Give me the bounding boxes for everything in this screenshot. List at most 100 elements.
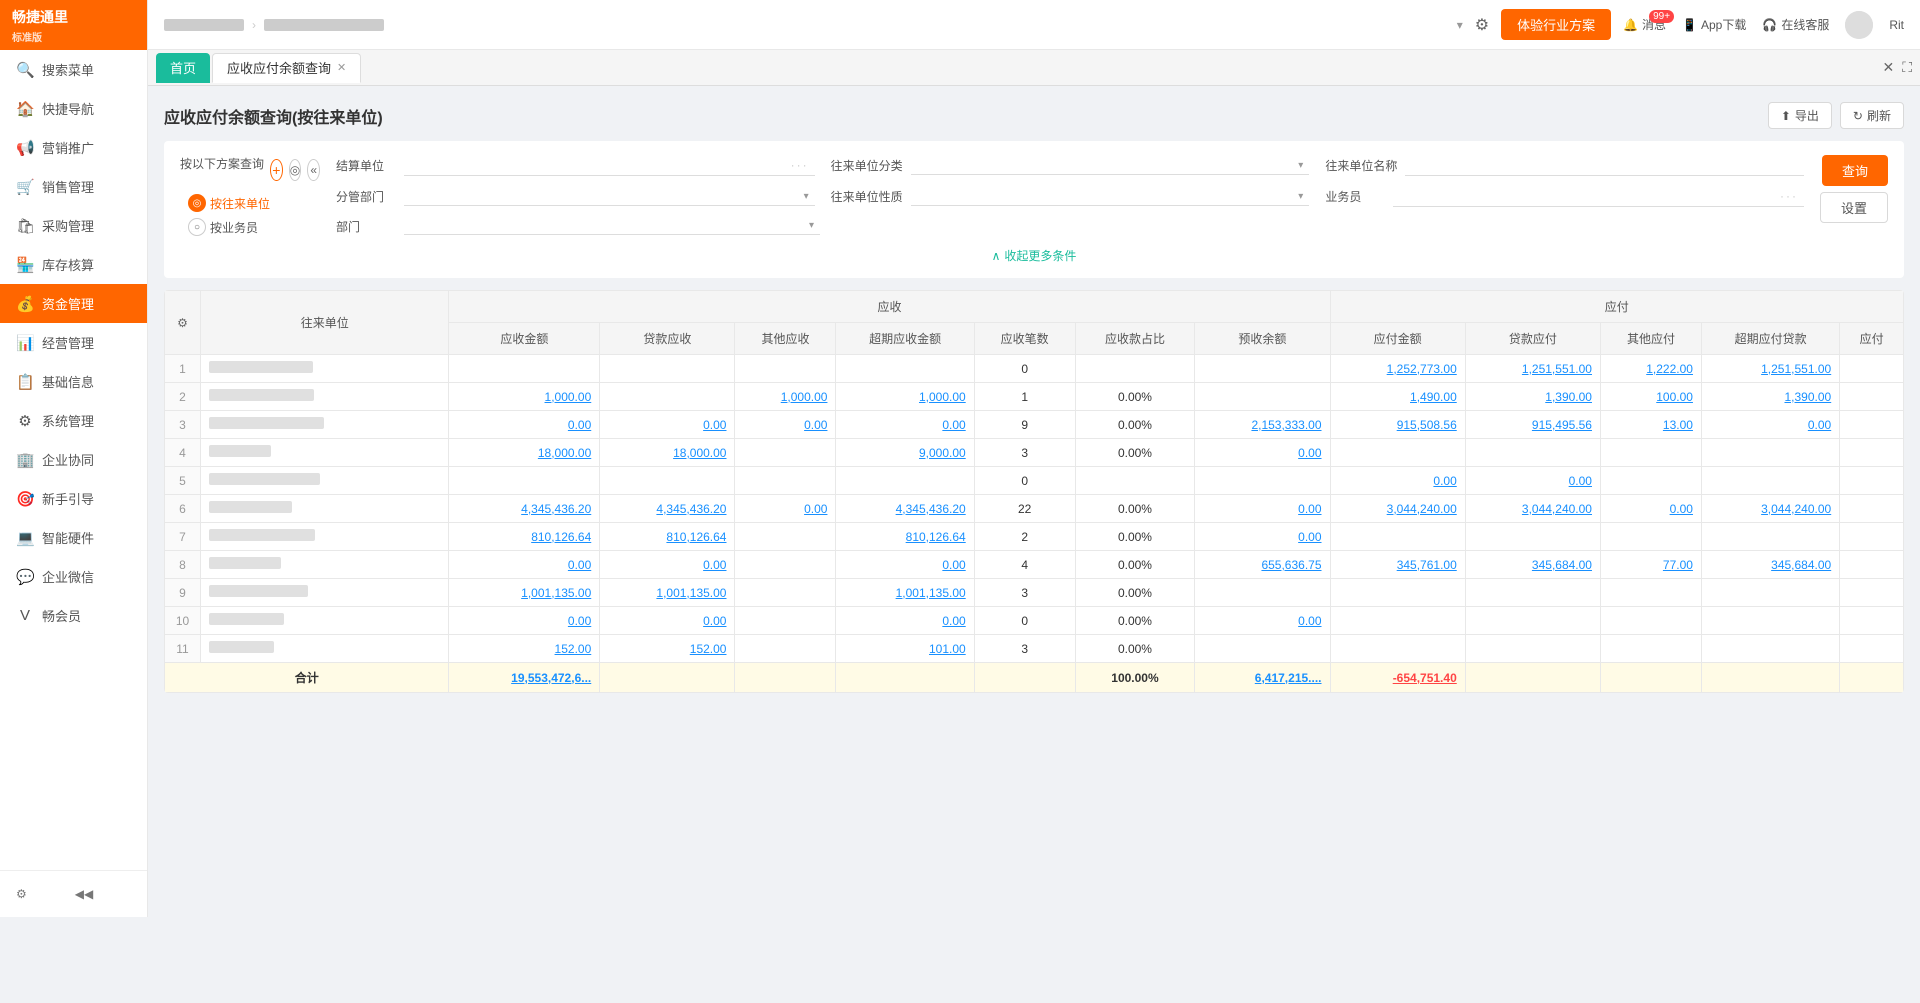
table-cell[interactable]: 1,222.00 xyxy=(1600,355,1701,383)
table-cell[interactable]: 152.00 xyxy=(600,635,735,663)
supervise-dept-select[interactable]: ▾ xyxy=(404,188,815,206)
sidebar-item-base[interactable]: 📋 基础信息 xyxy=(0,362,147,401)
partner-category-select[interactable]: ▾ xyxy=(911,157,1310,175)
sidebar-bottom-settings[interactable]: ⚙ ◀◀ xyxy=(0,879,147,909)
tab-expand-icon[interactable]: ⛶ xyxy=(1902,59,1912,76)
table-cell[interactable]: 1,001,135.00 xyxy=(600,579,735,607)
table-cell[interactable]: 1,000.00 xyxy=(735,383,836,411)
settlement-unit-input[interactable]: ··· xyxy=(404,155,815,176)
table-cell[interactable]: 100.00 xyxy=(1600,383,1701,411)
table-cell[interactable]: 0.00 xyxy=(1465,467,1600,495)
table-cell[interactable]: 0.00 xyxy=(735,411,836,439)
total-ar-amount[interactable]: 19,553,472,6... xyxy=(449,663,600,693)
sidebar-item-quicknav[interactable]: 🏠 快捷导航 xyxy=(0,89,147,128)
table-cell[interactable]: 0.00 xyxy=(836,551,974,579)
table-cell[interactable]: 0.00 xyxy=(1701,411,1839,439)
table-cell[interactable]: 1,390.00 xyxy=(1701,383,1839,411)
table-cell[interactable]: 0.00 xyxy=(1195,495,1330,523)
topbar-gear-icon[interactable]: ⚙ xyxy=(1475,15,1489,35)
refresh-button[interactable]: ↻ 刷新 xyxy=(1840,102,1904,129)
department-select[interactable]: ▾ xyxy=(404,217,820,235)
tab-home[interactable]: 首页 xyxy=(156,53,210,83)
tab-close-icon[interactable]: ✕ xyxy=(337,61,346,74)
dropdown-arrow-icon[interactable]: ▾ xyxy=(1457,18,1463,32)
table-cell[interactable]: 0.00 xyxy=(1195,523,1330,551)
topbar-online-service[interactable]: 🎧 在线客服 xyxy=(1762,16,1829,33)
table-cell[interactable]: 0.00 xyxy=(1330,467,1465,495)
sidebar-item-finance[interactable]: 💰 资金管理 xyxy=(0,284,147,323)
table-cell[interactable]: 1,000.00 xyxy=(449,383,600,411)
table-cell[interactable]: 0.00 xyxy=(836,411,974,439)
table-cell[interactable]: 1,252,773.00 xyxy=(1330,355,1465,383)
salesperson-select[interactable]: ··· xyxy=(1393,186,1804,207)
table-cell[interactable]: 3,044,240.00 xyxy=(1330,495,1465,523)
table-cell[interactable]: 0.00 xyxy=(449,551,600,579)
table-cell[interactable]: 1,001,135.00 xyxy=(449,579,600,607)
table-cell[interactable]: 3,044,240.00 xyxy=(1701,495,1839,523)
table-cell[interactable]: 0.00 xyxy=(1600,495,1701,523)
table-cell[interactable]: 2,153,333.00 xyxy=(1195,411,1330,439)
table-cell[interactable]: 0.00 xyxy=(600,411,735,439)
topbar-messages[interactable]: 🔔 消息 99+ xyxy=(1623,16,1666,33)
collapse-more-button[interactable]: ∧ 收起更多条件 xyxy=(180,247,1888,264)
table-cell[interactable]: 18,000.00 xyxy=(600,439,735,467)
table-cell[interactable]: 9,000.00 xyxy=(836,439,974,467)
table-cell[interactable]: 915,495.56 xyxy=(1465,411,1600,439)
partner-nature-select[interactable]: ▾ xyxy=(911,188,1310,206)
table-cell[interactable]: 0.00 xyxy=(735,495,836,523)
filter-scheme-by-partner[interactable]: ◎ 按往来单位 xyxy=(188,194,320,212)
filter-collapse-button[interactable]: « xyxy=(307,159,320,181)
salesperson-dots-icon[interactable]: ··· xyxy=(1780,189,1798,203)
table-cell[interactable]: 0.00 xyxy=(836,607,974,635)
query-button[interactable]: 查询 xyxy=(1822,155,1888,186)
settlement-unit-dots-icon[interactable]: ··· xyxy=(791,158,809,172)
table-cell[interactable]: 810,126.64 xyxy=(449,523,600,551)
sidebar-item-wechat[interactable]: 💬 企业微信 xyxy=(0,557,147,596)
table-settings-icon[interactable]: ⚙ xyxy=(177,316,188,330)
table-cell[interactable]: 0.00 xyxy=(600,607,735,635)
sidebar-item-hardware[interactable]: 💻 智能硬件 xyxy=(0,518,147,557)
table-cell[interactable]: 345,761.00 xyxy=(1330,551,1465,579)
sidebar-item-search[interactable]: 🔍 搜索菜单 xyxy=(0,50,147,89)
sidebar-item-inventory[interactable]: 🏪 库存核算 xyxy=(0,245,147,284)
sidebar-item-marketing[interactable]: 📢 营销推广 xyxy=(0,128,147,167)
table-cell[interactable]: 13.00 xyxy=(1600,411,1701,439)
setting-button[interactable]: 设置 xyxy=(1820,192,1888,223)
table-cell[interactable]: 655,636.75 xyxy=(1195,551,1330,579)
table-cell[interactable]: 0.00 xyxy=(1195,439,1330,467)
table-cell[interactable]: 810,126.64 xyxy=(836,523,974,551)
table-cell[interactable]: 1,251,551.00 xyxy=(1701,355,1839,383)
filter-add-button[interactable]: + xyxy=(270,159,283,181)
table-cell[interactable]: 18,000.00 xyxy=(449,439,600,467)
table-cell[interactable]: 0.00 xyxy=(600,551,735,579)
table-cell[interactable]: 810,126.64 xyxy=(600,523,735,551)
table-cell[interactable]: 152.00 xyxy=(449,635,600,663)
sidebar-item-member[interactable]: V 畅会员 xyxy=(0,596,147,635)
sidebar-item-operation[interactable]: 📊 经营管理 xyxy=(0,323,147,362)
sidebar-item-purchase[interactable]: 🛍 采购管理 xyxy=(0,206,147,245)
partner-name-input[interactable] xyxy=(1405,155,1804,176)
table-cell[interactable]: 0.00 xyxy=(1195,607,1330,635)
total-ap-amount[interactable]: -654,751.40 xyxy=(1330,663,1465,693)
sidebar-item-system[interactable]: ⚙ 系统管理 xyxy=(0,401,147,440)
table-cell[interactable]: 4,345,436.20 xyxy=(449,495,600,523)
sidebar-item-guide[interactable]: 🎯 新手引导 xyxy=(0,479,147,518)
table-cell[interactable]: 1,251,551.00 xyxy=(1465,355,1600,383)
table-cell[interactable]: 345,684.00 xyxy=(1465,551,1600,579)
table-cell[interactable]: 1,001,135.00 xyxy=(836,579,974,607)
topbar-app-download[interactable]: 📱 App下载 xyxy=(1682,16,1746,33)
tab-close-all-icon[interactable]: ✕ xyxy=(1882,59,1894,76)
table-cell[interactable]: 0.00 xyxy=(449,607,600,635)
filter-scheme-by-salesperson[interactable]: ○ 按业务员 xyxy=(188,218,320,236)
table-cell[interactable]: 3,044,240.00 xyxy=(1465,495,1600,523)
total-ar-prepay[interactable]: 6,417,215.... xyxy=(1195,663,1330,693)
solution-button[interactable]: 体验行业方案 xyxy=(1501,9,1611,40)
table-cell[interactable]: 1,000.00 xyxy=(836,383,974,411)
topbar-username[interactable]: Rit xyxy=(1889,18,1904,32)
export-button[interactable]: ⬆ 导出 xyxy=(1768,102,1832,129)
table-cell[interactable]: 4,345,436.20 xyxy=(836,495,974,523)
table-cell[interactable]: 1,390.00 xyxy=(1465,383,1600,411)
topbar-avatar[interactable] xyxy=(1845,11,1873,39)
table-cell[interactable]: 345,684.00 xyxy=(1701,551,1839,579)
table-cell[interactable]: 4,345,436.20 xyxy=(600,495,735,523)
